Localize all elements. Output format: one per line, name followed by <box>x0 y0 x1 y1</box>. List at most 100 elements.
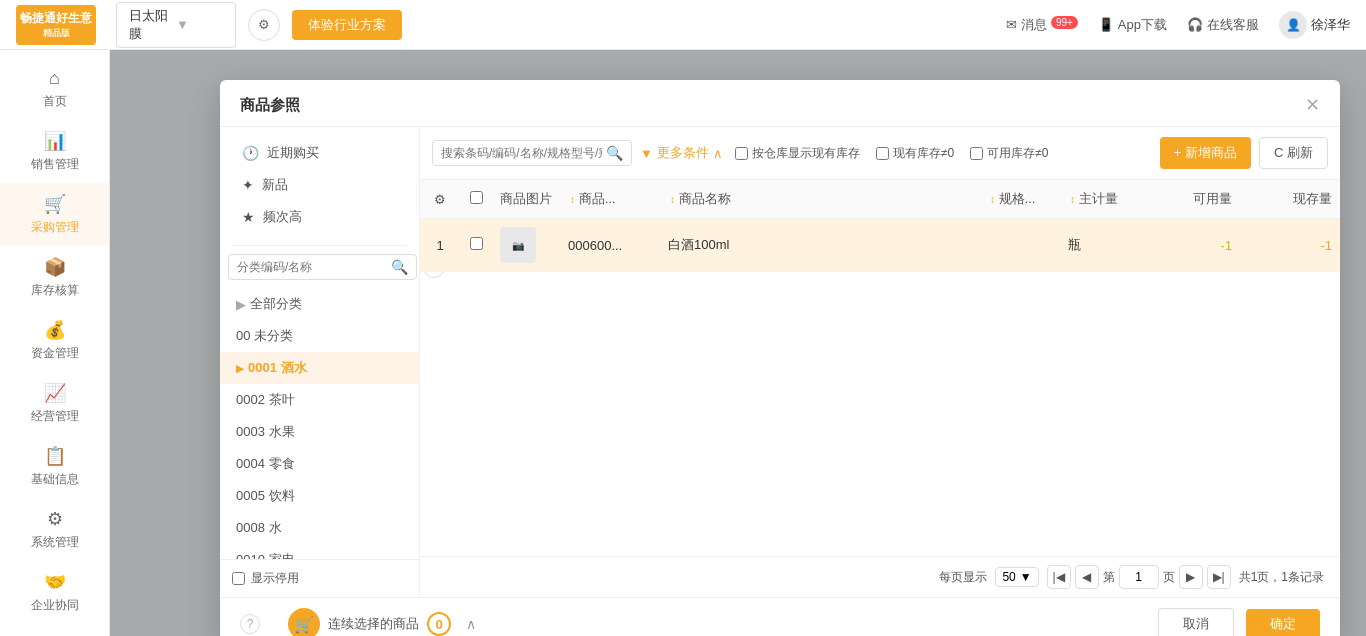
pagination: 每页显示 50 ▼ |◀ ◀ 第 页 ▶ ▶| <box>420 556 1340 597</box>
checkbox-avail-nonzero[interactable]: 可用库存≠0 <box>970 145 1048 162</box>
last-page-btn[interactable]: ▶| <box>1207 565 1231 589</box>
warehouse-dropdown[interactable]: 日太阳膜 ▼ <box>116 2 236 48</box>
dialog-close-btn[interactable]: ✕ <box>1305 94 1320 116</box>
navbar-right: ✉ 消息 99+ 📱 App下载 🎧 在线客服 👤 徐泽华 <box>1006 11 1350 39</box>
checkbox-avail-nonzero-label: 可用库存≠0 <box>987 145 1048 162</box>
tab-recent-purchase[interactable]: 🕐 近期购买 <box>232 137 407 169</box>
cart-label: 连续选择的商品 <box>328 615 419 633</box>
checkbox-stock-nonzero-input[interactable] <box>876 147 889 160</box>
prev-page-btn[interactable]: ◀ <box>1075 565 1099 589</box>
cat-item-all[interactable]: ▶ 全部分类 <box>220 288 419 320</box>
phone-icon: 📱 <box>1098 17 1114 32</box>
page-input[interactable] <box>1119 565 1159 589</box>
col-code-label: 商品... <box>579 191 616 206</box>
online-service-btn[interactable]: 🎧 在线客服 <box>1187 16 1259 34</box>
col-stock-header: 现存量 <box>1240 180 1340 219</box>
col-unit-header[interactable]: ↕ 主计量 <box>1060 180 1140 219</box>
sidebar-item-guide[interactable]: 🎓 新手引导 <box>0 624 109 636</box>
cancel-btn[interactable]: 取消 <box>1158 608 1234 636</box>
show-disabled-checkbox[interactable] <box>232 572 245 585</box>
table-row[interactable]: 1 📷 000600... <box>420 219 1340 272</box>
cat-label-beverage: 0005 饮料 <box>236 487 295 505</box>
app-logo: 畅捷通好生意 精品版 <box>16 5 96 45</box>
cat-item-fruit[interactable]: 0003 水果 <box>220 416 419 448</box>
col-name-header[interactable]: ↕ 商品名称 <box>660 180 980 219</box>
first-page-btn[interactable]: |◀ <box>1047 565 1071 589</box>
operation-icon: 📈 <box>44 382 66 404</box>
category-search-icon[interactable]: 🔍 <box>391 259 408 275</box>
cat-item-water[interactable]: 0008 水 <box>220 512 419 544</box>
product-img: 📷 <box>500 227 536 263</box>
basic-icon: 📋 <box>44 445 66 467</box>
sort-icon3: ↕ <box>990 194 995 205</box>
col-spec-header[interactable]: ↕ 规格... <box>980 180 1060 219</box>
cat-item-tea[interactable]: 0002 茶叶 <box>220 384 419 416</box>
sidebar-item-collab[interactable]: 🤝 企业协同 <box>0 561 109 624</box>
sidebar-item-system[interactable]: ⚙ 系统管理 <box>0 498 109 561</box>
tab-frequent-label: 频次高 <box>263 208 302 226</box>
cat-item-beverage[interactable]: 0005 饮料 <box>220 480 419 512</box>
row-unit: 瓶 <box>1068 237 1081 252</box>
page-size-select[interactable]: 50 ▼ <box>995 567 1038 587</box>
sidebar-item-sales[interactable]: 📊 销售管理 <box>0 120 109 183</box>
category-list: ▶ 全部分类 00 未分类 ▶ 0001 酒水 0002 茶叶 <box>220 284 419 559</box>
row-name-cell: 白酒100ml <box>660 219 980 272</box>
tab-frequent[interactable]: ★ 频次高 <box>232 201 407 233</box>
sidebar-label-sales: 销售管理 <box>31 156 79 173</box>
add-product-btn[interactable]: + 新增商品 <box>1160 137 1251 169</box>
col-gear[interactable]: ⚙ <box>420 180 460 219</box>
cat-item-snack[interactable]: 0004 零食 <box>220 448 419 480</box>
sidebar-label-operation: 经营管理 <box>31 408 79 425</box>
checkbox-warehouse-input[interactable] <box>735 147 748 160</box>
sidebar-label-collab: 企业协同 <box>31 597 79 614</box>
cat-item-liquor[interactable]: ▶ 0001 酒水 <box>220 352 419 384</box>
cart-collapse-btn[interactable]: ∧ <box>459 612 483 636</box>
cat-item-uncategorized[interactable]: 00 未分类 <box>220 320 419 352</box>
col-code-header[interactable]: ↕ 商品... <box>560 180 660 219</box>
row-stock: -1 <box>1320 238 1332 253</box>
select-all-checkbox[interactable] <box>470 191 483 204</box>
user-menu[interactable]: 👤 徐泽华 <box>1279 11 1350 39</box>
row-avail-cell: -1 <box>1140 219 1240 272</box>
next-page-btn[interactable]: ▶ <box>1179 565 1203 589</box>
product-search-box[interactable]: 🔍 <box>432 140 632 166</box>
filter-checkboxes: 按仓库显示现有库存 现有库存≠0 可用库存≠0 <box>735 145 1049 162</box>
more-filter-btn[interactable]: ▼ 更多条件 ∧ <box>640 144 723 162</box>
dialog-title: 商品参照 <box>240 96 300 115</box>
sidebar-item-purchase[interactable]: 🛒 采购管理 <box>0 183 109 246</box>
sidebar-item-basic[interactable]: 📋 基础信息 <box>0 435 109 498</box>
app-download-btn[interactable]: 📱 App下载 <box>1098 16 1167 34</box>
sidebar-item-finance[interactable]: 💰 资金管理 <box>0 309 109 372</box>
sidebar-label-inventory: 库存核算 <box>31 282 79 299</box>
cart-icon[interactable]: 🛒 <box>288 608 320 636</box>
sort-icon: ↕ <box>570 194 575 205</box>
messages-btn[interactable]: ✉ 消息 99+ <box>1006 16 1078 34</box>
sidebar-item-operation[interactable]: 📈 经营管理 <box>0 372 109 435</box>
row-checkbox-cell[interactable] <box>460 219 492 272</box>
total-info: 共1页，1条记录 <box>1239 569 1324 586</box>
cat-item-electronics[interactable]: 0010 家电 <box>220 544 419 559</box>
chevron-down-icon: ▼ <box>176 17 223 32</box>
row-checkbox[interactable] <box>470 237 483 250</box>
help-icon[interactable]: ? <box>240 614 260 634</box>
tab-new-product[interactable]: ✦ 新品 <box>232 169 407 201</box>
cat-label-tea: 0002 茶叶 <box>236 391 295 409</box>
sidebar-item-home[interactable]: ⌂ 首页 <box>0 58 109 120</box>
sidebar-label-basic: 基础信息 <box>31 471 79 488</box>
refresh-btn[interactable]: C 刷新 <box>1259 137 1328 169</box>
main-layout: ⌂ 首页 📊 销售管理 🛒 采购管理 📦 库存核算 💰 资金管理 📈 经营管理 … <box>0 50 1366 636</box>
trial-btn[interactable]: 体验行业方案 <box>292 10 402 40</box>
product-search-icon[interactable]: 🔍 <box>606 145 623 161</box>
confirm-btn[interactable]: 确定 <box>1246 609 1320 636</box>
category-search-input[interactable] <box>237 260 387 274</box>
checkbox-stock-nonzero[interactable]: 现有库存≠0 <box>876 145 954 162</box>
settings-btn[interactable]: ⚙ <box>248 9 280 41</box>
page-nav: |◀ ◀ 第 页 ▶ ▶| <box>1047 565 1231 589</box>
checkbox-avail-nonzero-input[interactable] <box>970 147 983 160</box>
product-search-input[interactable] <box>441 146 602 160</box>
row-spec-cell <box>980 219 1060 272</box>
checkbox-warehouse[interactable]: 按仓库显示现有库存 <box>735 145 860 162</box>
category-search-box[interactable]: 🔍 <box>228 254 417 280</box>
sidebar-label-system: 系统管理 <box>31 534 79 551</box>
sidebar-item-inventory[interactable]: 📦 库存核算 <box>0 246 109 309</box>
